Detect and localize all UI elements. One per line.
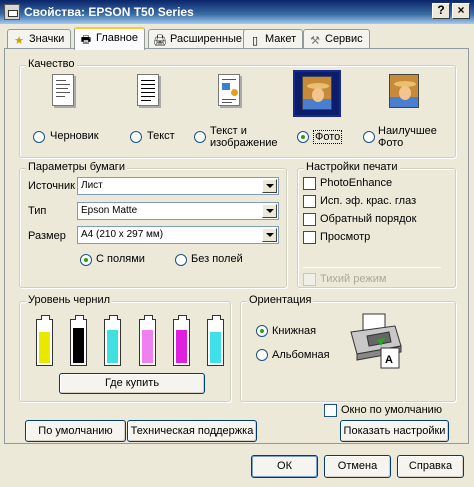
help-title-button[interactable]: ? bbox=[432, 3, 450, 19]
ink-cartridge-magenta bbox=[173, 315, 190, 366]
technical-support-button[interactable]: Техническая поддержка bbox=[127, 420, 257, 442]
where-to-buy-button[interactable]: Где купить bbox=[59, 373, 205, 394]
tab-main[interactable]: 🖶 Главное bbox=[74, 27, 146, 50]
ink-fill bbox=[107, 330, 118, 363]
chevron-down-icon[interactable] bbox=[262, 179, 277, 193]
tab-layout[interactable]: ▯ Макет bbox=[243, 29, 304, 49]
borderless-label: Без полей bbox=[191, 253, 243, 265]
quality-photo-label: Фото bbox=[313, 130, 343, 144]
window-default-checkbox[interactable] bbox=[324, 404, 337, 417]
photo-icon[interactable] bbox=[300, 74, 334, 114]
photoenhance-checkbox[interactable] bbox=[303, 177, 316, 190]
tab-label: Значки bbox=[29, 33, 65, 45]
ink-fill bbox=[142, 330, 153, 363]
source-select[interactable]: Лист bbox=[77, 177, 279, 195]
landscape-label: Альбомная bbox=[272, 349, 330, 361]
printer-orientation-icon: A bbox=[350, 313, 402, 369]
portrait-label: Книжная bbox=[272, 325, 317, 337]
ink-fill bbox=[210, 332, 221, 363]
chevron-down-icon[interactable] bbox=[262, 228, 277, 242]
tab-label: Макет bbox=[265, 33, 297, 45]
printer-tab-icon: 🖶 bbox=[80, 34, 92, 46]
printer-advanced-icon: 🖨 bbox=[153, 35, 167, 47]
borderless-radio[interactable] bbox=[175, 254, 187, 266]
red-eye-checkbox[interactable] bbox=[303, 195, 316, 208]
quality-text-radio[interactable] bbox=[130, 131, 142, 143]
preview-label: Просмотр bbox=[320, 231, 371, 243]
type-label: Тип bbox=[28, 205, 47, 217]
close-icon: × bbox=[457, 3, 465, 17]
best-photo-icon[interactable] bbox=[387, 72, 421, 112]
tab-icons[interactable]: ★ Значки bbox=[7, 29, 72, 49]
print-settings-legend: Настройки печати bbox=[304, 161, 400, 173]
ink-cartridge-light-cyan bbox=[207, 315, 224, 366]
reverse-order-label: Обратный порядок bbox=[320, 213, 417, 225]
source-value: Лист bbox=[81, 180, 103, 191]
quality-photo-radio[interactable] bbox=[297, 131, 309, 143]
quiet-mode-label: Тихий режим bbox=[320, 273, 387, 285]
ink-fill bbox=[39, 332, 50, 363]
text-image-document-icon[interactable] bbox=[212, 72, 246, 112]
chevron-down-icon[interactable] bbox=[262, 204, 277, 218]
photoenhance-label: PhotoEnhance bbox=[320, 177, 393, 189]
quality-best-photo-label: Наилучшее Фото bbox=[378, 125, 437, 149]
type-value: Epson Matte bbox=[81, 205, 138, 216]
ink-cartridge-black bbox=[70, 315, 87, 366]
ink-fill bbox=[73, 328, 84, 363]
landscape-radio[interactable] bbox=[256, 349, 268, 361]
page-layout-icon: ▯ bbox=[251, 35, 259, 47]
help-button[interactable]: Справка bbox=[397, 455, 464, 478]
cancel-button[interactable]: Отмена bbox=[324, 455, 391, 478]
ink-cartridge-light-magenta bbox=[139, 315, 156, 366]
quality-text-image-radio[interactable] bbox=[194, 131, 206, 143]
tab-advanced[interactable]: 🖨 Расширенные bbox=[148, 29, 249, 49]
quality-text-image-label: Текст и изображение bbox=[210, 125, 278, 149]
tab-label: Сервис bbox=[325, 33, 363, 45]
size-select[interactable]: A4 (210 x 297 мм) bbox=[77, 226, 279, 244]
ok-button[interactable]: ОК bbox=[251, 455, 318, 478]
divider bbox=[303, 267, 441, 268]
red-eye-label: Исп. эф. крас. глаз bbox=[320, 195, 417, 207]
ink-cartridge-yellow bbox=[36, 315, 53, 366]
reverse-order-checkbox[interactable] bbox=[303, 213, 316, 226]
tab-label: Главное bbox=[96, 32, 139, 44]
quality-text-label: Текст bbox=[147, 130, 175, 142]
restore-defaults-button[interactable]: По умолчанию bbox=[25, 420, 126, 442]
wrench-icon: ⚒ bbox=[310, 35, 320, 47]
window-default-label: Окно по умолчанию bbox=[341, 404, 443, 416]
star-icon: ★ bbox=[14, 35, 24, 47]
draft-document-icon[interactable] bbox=[46, 72, 80, 112]
window-title: Свойства: EPSON T50 Series bbox=[24, 5, 194, 19]
ink-level-legend: Уровень чернил bbox=[26, 294, 113, 306]
with-margins-label: С полями bbox=[96, 253, 145, 265]
quality-legend: Качество bbox=[26, 58, 77, 70]
paper-legend: Параметры бумаги bbox=[26, 161, 127, 173]
orientation-legend: Ориентация bbox=[247, 294, 314, 306]
type-select[interactable]: Epson Matte bbox=[77, 202, 279, 220]
close-button[interactable]: × bbox=[452, 3, 470, 19]
quality-draft-label: Черновик bbox=[50, 130, 99, 142]
text-document-icon[interactable] bbox=[131, 72, 165, 112]
ink-cartridge-cyan bbox=[104, 315, 121, 366]
quality-best-photo-radio[interactable] bbox=[363, 131, 375, 143]
show-settings-button[interactable]: Показать настройки bbox=[340, 420, 449, 442]
with-margins-radio[interactable] bbox=[80, 254, 92, 266]
quiet-mode-checkbox[interactable] bbox=[303, 273, 316, 286]
size-label: Размер bbox=[28, 230, 66, 242]
ink-fill bbox=[176, 330, 187, 363]
source-label: Источник bbox=[28, 180, 75, 192]
title-bar[interactable]: Свойства: EPSON T50 Series ? × bbox=[0, 0, 474, 24]
printer-icon bbox=[4, 4, 20, 20]
tab-label: Расширенные bbox=[170, 33, 242, 45]
quality-draft-radio[interactable] bbox=[33, 131, 45, 143]
portrait-radio[interactable] bbox=[256, 325, 268, 337]
size-value: A4 (210 x 297 мм) bbox=[81, 229, 164, 240]
svg-text:A: A bbox=[385, 354, 393, 366]
preview-checkbox[interactable] bbox=[303, 231, 316, 244]
tab-service[interactable]: ⚒ Сервис bbox=[303, 29, 370, 49]
